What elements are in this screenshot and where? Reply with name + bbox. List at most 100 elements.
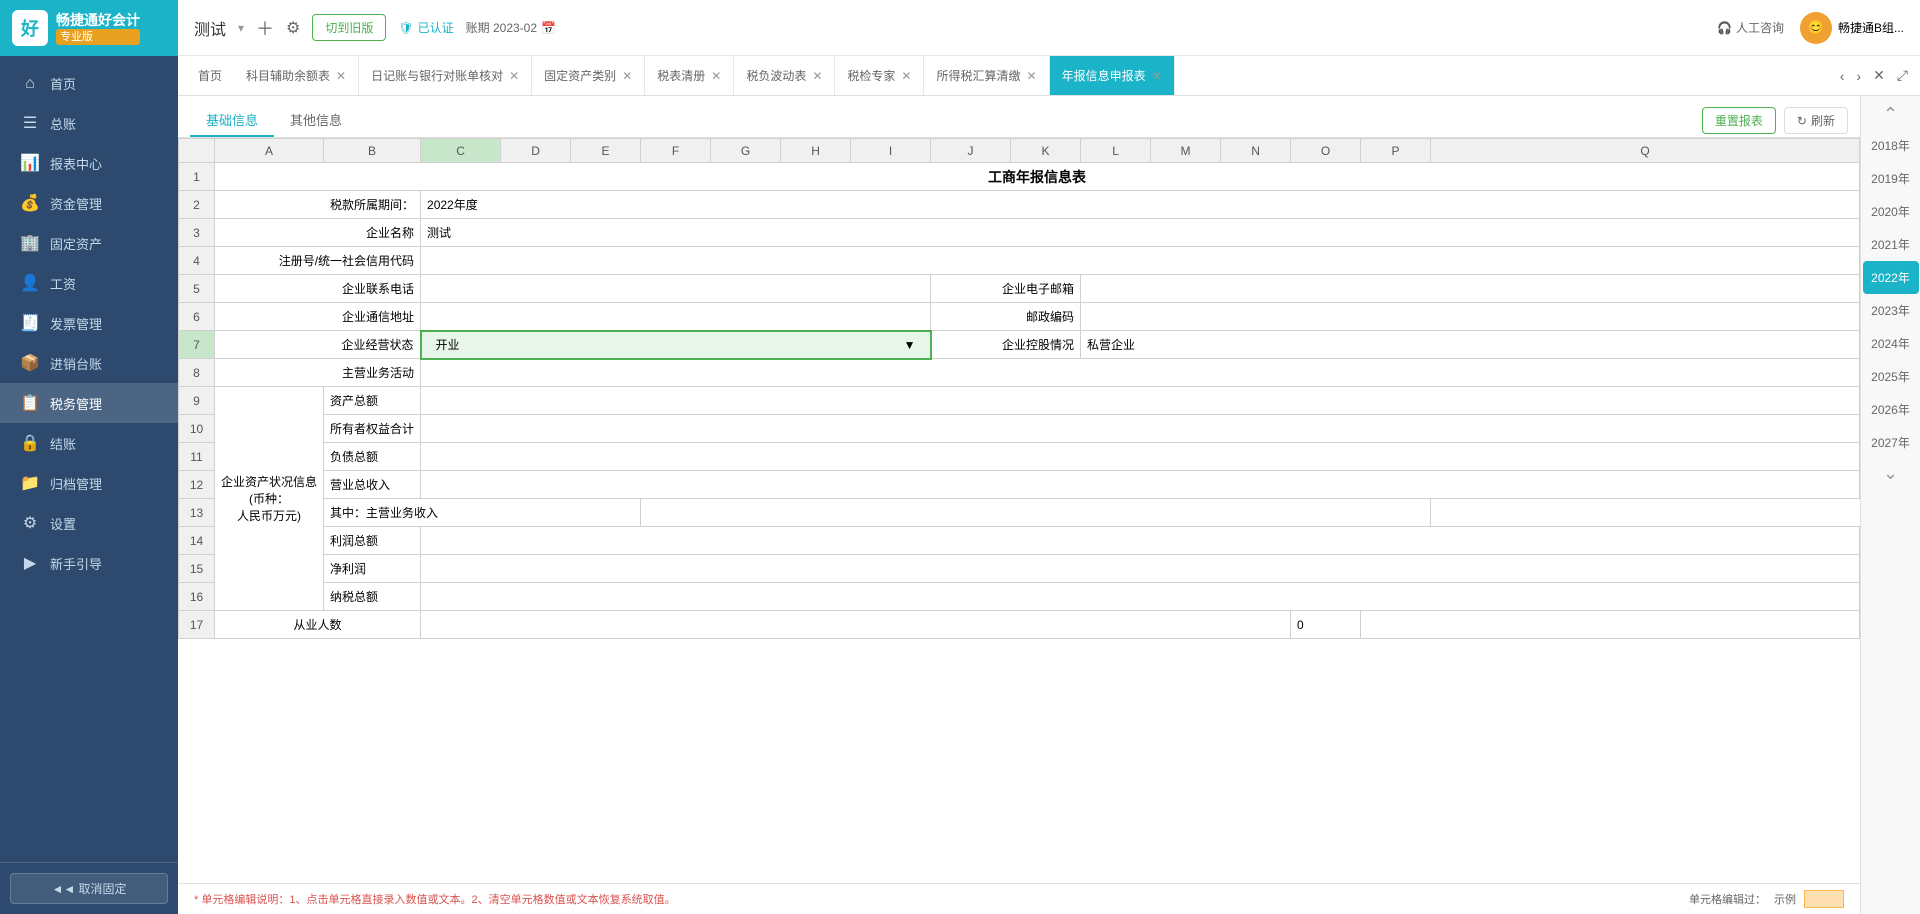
year-item-2022年[interactable]: 2022年 [1863, 261, 1919, 294]
tab-tax-expert[interactable]: 税检专家✕ [835, 56, 924, 96]
year-item-2025年[interactable]: 2025年 [1863, 360, 1919, 393]
sidebar-item-tax[interactable]: 📋税务管理 [0, 383, 178, 423]
year-item-2024年[interactable]: 2024年 [1863, 327, 1919, 360]
tab-income-tax[interactable]: 所得税汇算清缴✕ [924, 56, 1049, 96]
tab-prev-button[interactable]: ‹ [1836, 64, 1849, 88]
tab-close-aux-balance[interactable]: ✕ [336, 69, 346, 83]
year-item-2027年[interactable]: 2027年 [1863, 426, 1919, 459]
total-tax-value[interactable] [421, 583, 1860, 611]
year-scroll-up-button[interactable]: ⌃ [1879, 100, 1902, 129]
sidebar-item-invoice[interactable]: 🧾发票管理 [0, 303, 178, 343]
year-item-2020年[interactable]: 2020年 [1863, 195, 1919, 228]
table-row: 17 从业人数 0 [179, 611, 1860, 639]
biz-status-dropdown[interactable]: 开业 ▼ [421, 331, 931, 359]
tab-journal[interactable]: 日记账与银行对账单核对✕ [359, 56, 532, 96]
year-item-2018年[interactable]: 2018年 [1863, 129, 1919, 162]
sidebar-item-closing[interactable]: 🔒结账 [0, 423, 178, 463]
col-B: B [324, 139, 421, 163]
year-scroll-down-button[interactable]: ⌄ [1879, 459, 1902, 488]
sidebar-logo: 好 畅捷通好会计 专业版 [0, 0, 178, 56]
tab-close-journal[interactable]: ✕ [509, 69, 519, 83]
company-value[interactable]: 测试 [421, 219, 1860, 247]
main-revenue-value[interactable] [641, 499, 1431, 527]
calendar-icon[interactable]: 📅 [541, 21, 556, 35]
inventory-icon: 📦 [20, 353, 40, 373]
sidebar-item-fixed-assets[interactable]: 🏢固定资产 [0, 223, 178, 263]
reg-value[interactable] [421, 247, 1860, 275]
sidebar-item-fund-management[interactable]: 💰资金管理 [0, 183, 178, 223]
sidebar-item-new-guide[interactable]: ▶新手引导 [0, 543, 178, 583]
settings-icon: ⚙ [20, 513, 40, 533]
settings-icon[interactable]: ⚙ [286, 18, 300, 38]
sidebar-item-home[interactable]: ⌂首页 [0, 64, 178, 103]
total-revenue-value[interactable] [421, 471, 1860, 499]
tab-close-annual-report[interactable]: ✕ [1152, 69, 1162, 83]
edit-label: 单元格编辑过： [1689, 891, 1766, 907]
sidebar-item-inventory[interactable]: 📦进销台账 [0, 343, 178, 383]
tab-expand-button[interactable]: ⤢ [1893, 63, 1912, 88]
tab-annual-report[interactable]: 年报信息申报表✕ [1050, 56, 1175, 96]
year-item-2019年[interactable]: 2019年 [1863, 162, 1919, 195]
employees-spacer[interactable] [421, 611, 1291, 639]
sidebar-label-closing: 结账 [50, 434, 76, 453]
sidebar-item-report-center[interactable]: 📊报表中心 [0, 143, 178, 183]
refresh-button[interactable]: ↻ 刷新 [1784, 107, 1848, 134]
tab-tax-form[interactable]: 税表清册 ✕ [645, 56, 734, 96]
subtab-other[interactable]: 其他信息 [274, 104, 358, 137]
total-liab-value[interactable] [421, 443, 1860, 471]
tab-tax-fluctuation[interactable]: 税负波动表✕ [734, 56, 835, 96]
total-profit-value[interactable] [421, 527, 1860, 555]
sidebar-label-home: 首页 [50, 74, 76, 93]
owner-equity-value[interactable] [421, 415, 1860, 443]
tab-label-tax-form: 税表清册 [657, 67, 705, 84]
consult-button[interactable]: 🎧 人工咨询 [1717, 19, 1784, 36]
sidebar-item-payroll[interactable]: 👤工资 [0, 263, 178, 303]
tab-close-fixed-assets-type[interactable]: ✕ [622, 69, 632, 83]
col-L: L [1081, 139, 1151, 163]
spreadsheet-wrapper[interactable]: A B C D E F G H I J K L [178, 138, 1860, 883]
sheet-container: 基础信息其他信息 重置报表 ↻ 刷新 [178, 96, 1860, 914]
net-profit-value[interactable] [421, 555, 1860, 583]
logo-text: 畅捷通好会计 专业版 [56, 11, 140, 45]
tab-aux-balance[interactable]: 科目辅助余额表✕ [234, 56, 359, 96]
phone-value[interactable] [421, 275, 931, 303]
employees-value[interactable]: 0 [1291, 611, 1361, 639]
reset-report-button[interactable]: 重置报表 [1702, 107, 1776, 134]
employees-tail[interactable] [1361, 611, 1860, 639]
period-value[interactable]: 2022年度 [421, 191, 1860, 219]
address-label: 企业通信地址 [215, 303, 421, 331]
cancel-fixed-button[interactable]: ◄◄ 取消固定 [10, 873, 168, 904]
year-item-2021年[interactable]: 2021年 [1863, 228, 1919, 261]
period-info: 账期 2023-02 📅 [466, 19, 556, 36]
switch-version-button[interactable]: 切到旧版 [312, 14, 386, 41]
col-Q: Q [1431, 139, 1860, 163]
tab-close-tax-fluctuation[interactable]: ✕ [812, 69, 822, 83]
company-label: 企业名称 [215, 219, 421, 247]
add-tab-button[interactable]: ＋ [256, 15, 274, 41]
sidebar-item-archive[interactable]: 📁归档管理 [0, 463, 178, 503]
total-assets-label: 资产总额 [324, 387, 421, 415]
tax-icon: 📋 [20, 393, 40, 413]
postcode-value[interactable] [1081, 303, 1860, 331]
total-assets-value[interactable] [421, 387, 1860, 415]
tab-close-income-tax[interactable]: ✕ [1027, 69, 1037, 83]
row-5-header: 5 [179, 275, 215, 303]
tab-close-all-button[interactable]: ✕ [1869, 63, 1889, 88]
tab-close-tax-expert[interactable]: ✕ [901, 69, 911, 83]
dropdown-arrow-icon[interactable]: ▾ [238, 21, 244, 35]
email-value[interactable] [1081, 275, 1860, 303]
subtab-basic[interactable]: 基础信息 [190, 104, 274, 137]
user-area[interactable]: 😊 畅捷通B组... [1800, 12, 1904, 44]
tab-next-button[interactable]: › [1852, 64, 1865, 88]
tab-home[interactable]: 首页 [186, 56, 234, 96]
tab-close-tax-form[interactable]: ✕ [711, 69, 721, 83]
sidebar-item-settings[interactable]: ⚙设置 [0, 503, 178, 543]
year-item-2026年[interactable]: 2026年 [1863, 393, 1919, 426]
tab-fixed-assets-type[interactable]: 固定资产类别✕ [532, 56, 645, 96]
year-item-2023年[interactable]: 2023年 [1863, 294, 1919, 327]
main-biz-value[interactable] [421, 359, 1860, 387]
sidebar-item-general-ledger[interactable]: ☰总账 [0, 103, 178, 143]
title-cell[interactable]: 工商年报信息表 [215, 163, 1860, 191]
holding-value[interactable]: 私营企业 [1081, 331, 1860, 359]
address-value[interactable] [421, 303, 931, 331]
